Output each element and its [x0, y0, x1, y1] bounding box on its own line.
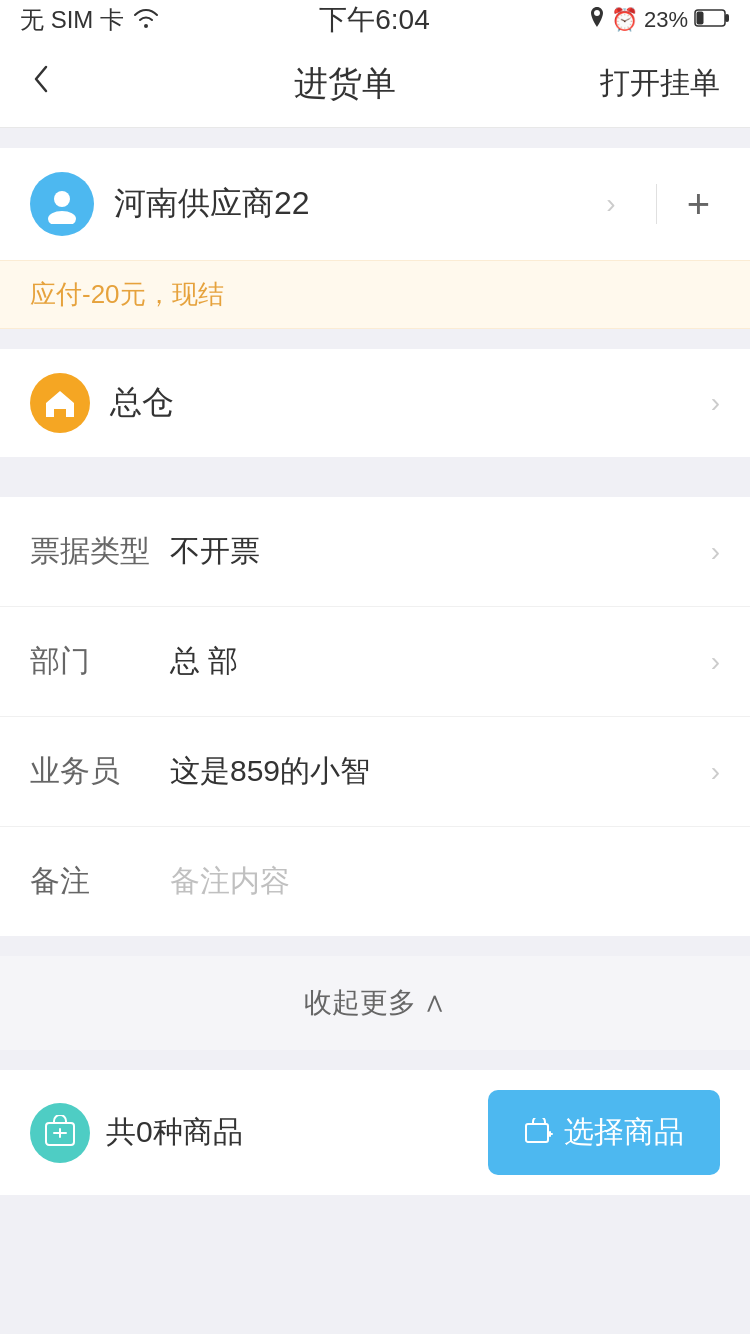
- add-supplier-button[interactable]: +: [677, 182, 720, 227]
- wifi-icon: [132, 6, 160, 34]
- select-products-label: 选择商品: [564, 1112, 684, 1153]
- open-pending-button[interactable]: 打开挂单: [600, 63, 720, 104]
- notice-bar: 应付-20元，现结: [0, 260, 750, 329]
- warehouse-section: 总仓 ›: [0, 349, 750, 457]
- products-info: 共0种商品: [30, 1103, 243, 1163]
- svg-rect-6: [526, 1124, 548, 1142]
- gap-3: [0, 457, 750, 477]
- select-products-button[interactable]: 选择商品: [488, 1090, 720, 1175]
- products-icon: [30, 1103, 90, 1163]
- supplier-name: 河南供应商22: [114, 182, 606, 226]
- invoice-label: 票据类型: [30, 531, 150, 572]
- remark-row[interactable]: 备注 备注内容: [0, 827, 750, 936]
- dept-value: 总 部: [150, 641, 711, 682]
- warehouse-row[interactable]: 总仓 ›: [0, 349, 750, 457]
- bottom-bar: 共0种商品 选择商品: [0, 1070, 750, 1195]
- battery-icon: [694, 7, 730, 33]
- status-bar: 无 SIM 卡 下午6:04 ⏰ 23%: [0, 0, 750, 40]
- salesperson-chevron-icon: ›: [711, 756, 720, 788]
- supplier-avatar: [30, 172, 94, 236]
- dept-chevron-icon: ›: [711, 646, 720, 678]
- nav-bar: 进货单 打开挂单: [0, 40, 750, 128]
- salesperson-value: 这是859的小智: [150, 751, 711, 792]
- invoice-chevron-icon: ›: [711, 536, 720, 568]
- form-section: 票据类型 不开票 › 部门 总 部 › 业务员 这是859的小智 › 备注 备注…: [0, 497, 750, 936]
- supplier-row[interactable]: 河南供应商22 › +: [0, 148, 750, 260]
- supplier-chevron-icon: ›: [606, 188, 615, 220]
- svg-rect-1: [725, 14, 729, 22]
- warehouse-name: 总仓: [110, 381, 711, 425]
- status-right: ⏰ 23%: [589, 7, 730, 33]
- carrier-text: 无 SIM 卡: [20, 4, 124, 36]
- salesperson-row[interactable]: 业务员 这是859的小智 ›: [0, 717, 750, 827]
- vertical-divider: [656, 184, 657, 224]
- products-count-text: 共0种商品: [106, 1112, 243, 1153]
- svg-point-3: [54, 191, 70, 207]
- invoice-value: 不开票: [150, 531, 711, 572]
- back-button[interactable]: [30, 59, 90, 108]
- invoice-row[interactable]: 票据类型 不开票 ›: [0, 497, 750, 607]
- svg-rect-2: [697, 12, 704, 25]
- dept-row[interactable]: 部门 总 部 ›: [0, 607, 750, 717]
- svg-point-4: [48, 211, 76, 224]
- location-icon: [589, 7, 605, 33]
- dept-label: 部门: [30, 641, 150, 682]
- gap-2: [0, 329, 750, 349]
- page-background: [0, 1195, 750, 1334]
- warehouse-icon: [30, 373, 90, 433]
- collapse-row[interactable]: 收起更多 ∧: [0, 956, 750, 1050]
- supplier-section: 河南供应商22 › + 应付-20元，现结: [0, 148, 750, 329]
- remark-input[interactable]: 备注内容: [150, 861, 720, 902]
- alarm-icon: ⏰: [611, 7, 638, 33]
- status-left: 无 SIM 卡: [20, 4, 160, 36]
- remark-label: 备注: [30, 861, 150, 902]
- status-time: 下午6:04: [319, 1, 430, 39]
- battery-text: 23%: [644, 7, 688, 33]
- page-title: 进货单: [294, 61, 396, 107]
- salesperson-label: 业务员: [30, 751, 150, 792]
- gap-1: [0, 128, 750, 148]
- warehouse-chevron-icon: ›: [711, 387, 720, 419]
